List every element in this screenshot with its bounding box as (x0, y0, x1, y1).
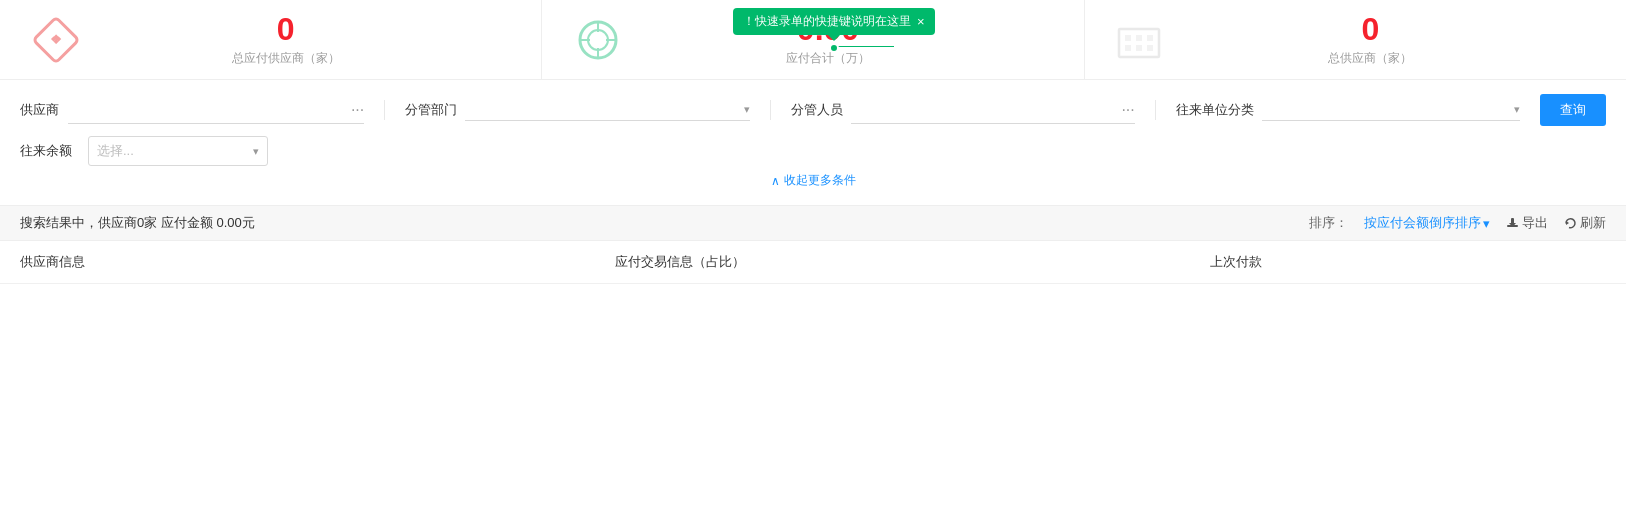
sort-label: 排序： (1309, 214, 1348, 232)
sep1 (384, 100, 385, 120)
export-icon (1506, 217, 1519, 230)
svg-rect-14 (1147, 45, 1153, 51)
category-input[interactable]: ▾ (1262, 99, 1520, 121)
collapse-button[interactable]: ∧ 收起更多条件 (771, 172, 856, 189)
stat-block-payable-total: 0.00 应付合计（万） ！快速录单的快捷键说明在这里 × (542, 0, 1084, 79)
balance-label: 往来余额 (20, 142, 80, 160)
collapse-label: 收起更多条件 (784, 172, 856, 189)
refresh-button[interactable]: 刷新 (1564, 214, 1606, 232)
manager-dots-btn[interactable]: ··· (1121, 101, 1134, 119)
stat-label-total-suppliers: 总供应商（家） (1328, 50, 1412, 67)
balance-select[interactable]: 选择... ▾ (88, 136, 268, 166)
svg-rect-13 (1136, 45, 1142, 51)
top-stats-bar: ❖ 0 总应付供应商（家） 0.00 应付合计（万） ！快速录单的快捷键说明在这… (0, 0, 1626, 80)
manager-label: 分管人员 (791, 101, 843, 119)
shortcut-tooltip: ！快速录单的快捷键说明在这里 × (733, 8, 935, 35)
search-row-1: 供应商 ··· 分管部门 ▾ 分管人员 ··· 往来单位分类 ▾ (20, 94, 1606, 126)
balance-placeholder: 选择... (97, 142, 134, 160)
export-button[interactable]: 导出 (1506, 214, 1548, 232)
stat-number-payable-suppliers: 0 (232, 12, 340, 47)
stat-label-payable-suppliers: 总应付供应商（家） (232, 50, 340, 67)
sort-value: 按应付会额倒序排序 (1364, 214, 1481, 232)
tooltip-text: ！快速录单的快捷键说明在这里 (743, 13, 911, 30)
svg-rect-8 (1119, 29, 1159, 57)
category-label: 往来单位分类 (1176, 101, 1254, 119)
department-field: 分管部门 ▾ (405, 99, 749, 121)
stat-number-total-suppliers: 0 (1328, 12, 1412, 47)
stat-block-total-suppliers: 0 总供应商（家） (1085, 0, 1626, 79)
stat-label-payable-total: 应付合计（万） (786, 50, 870, 67)
svg-text:❖: ❖ (50, 32, 62, 47)
refresh-label: 刷新 (1580, 214, 1606, 232)
sort-arrow-icon: ▾ (1483, 216, 1490, 231)
col-lastpay-header: 上次付款 (1210, 253, 1607, 271)
manager-input[interactable]: ··· (851, 97, 1135, 124)
department-arrow-icon: ▾ (744, 103, 750, 116)
table-header: 供应商信息 应付交易信息（占比） 上次付款 (0, 241, 1626, 284)
supplier-field: 供应商 ··· (20, 97, 364, 124)
results-bar: 搜索结果中，供应商0家 应付金额 0.00元 排序： 按应付会额倒序排序 ▾ 导… (0, 206, 1626, 241)
department-label: 分管部门 (405, 101, 457, 119)
candy-icon (572, 14, 624, 66)
supplier-input[interactable]: ··· (68, 97, 364, 124)
sort-select[interactable]: 按应付会额倒序排序 ▾ (1364, 214, 1490, 232)
refresh-icon (1564, 217, 1577, 230)
search-row-2: 往来余额 选择... ▾ (20, 136, 1606, 166)
search-area: 供应商 ··· 分管部门 ▾ 分管人员 ··· 往来单位分类 ▾ (0, 80, 1626, 206)
svg-marker-18 (1566, 221, 1569, 225)
table-body (0, 284, 1626, 515)
department-input[interactable]: ▾ (465, 99, 749, 121)
results-summary: 搜索结果中，供应商0家 应付金额 0.00元 (20, 214, 255, 232)
collapse-row: ∧ 收起更多条件 (20, 168, 1606, 197)
query-button[interactable]: 查询 (1540, 94, 1606, 126)
supplier-label: 供应商 (20, 101, 60, 119)
collapse-up-icon: ∧ (771, 174, 780, 188)
export-label: 导出 (1522, 214, 1548, 232)
results-actions: 排序： 按应付会额倒序排序 ▾ 导出 刷新 (1309, 214, 1606, 232)
sep3 (1155, 100, 1156, 120)
col-supplier-header: 供应商信息 (20, 253, 615, 271)
svg-rect-10 (1136, 35, 1142, 41)
svg-rect-12 (1125, 45, 1131, 51)
manager-field: 分管人员 ··· (791, 97, 1135, 124)
col-transaction-header: 应付交易信息（占比） (615, 253, 1210, 271)
supplier-dots-btn[interactable]: ··· (351, 101, 364, 119)
svg-rect-9 (1125, 35, 1131, 41)
svg-rect-11 (1147, 35, 1153, 41)
svg-point-3 (588, 30, 608, 50)
category-field: 往来单位分类 ▾ (1176, 99, 1520, 121)
sep2 (770, 100, 771, 120)
stat-block-payable-suppliers: ❖ 0 总应付供应商（家） (0, 0, 542, 79)
category-arrow-icon: ▾ (1514, 103, 1520, 116)
tooltip-close-btn[interactable]: × (917, 15, 925, 28)
balance-arrow-icon: ▾ (253, 145, 259, 158)
building-icon (1115, 19, 1163, 61)
diamond-icon: ❖ (30, 14, 82, 66)
